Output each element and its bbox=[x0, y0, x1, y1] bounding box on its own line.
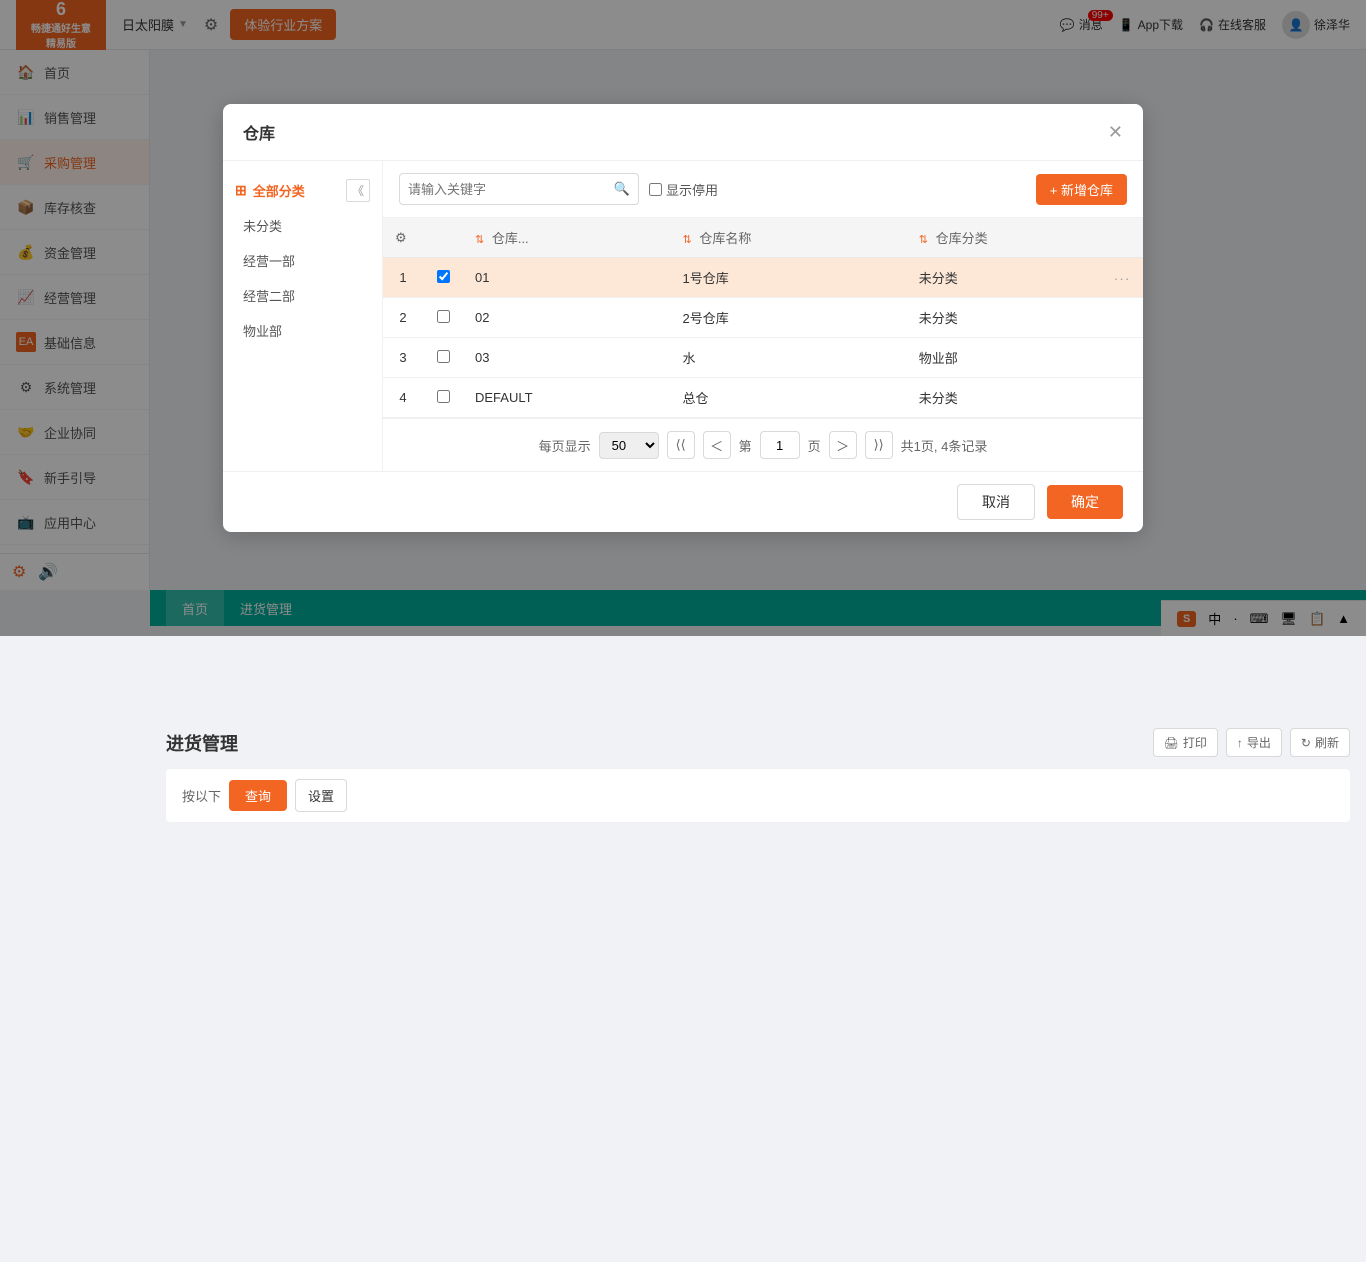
row-checkbox[interactable] bbox=[437, 270, 450, 283]
row-category: 未分类... bbox=[907, 258, 1143, 298]
next-page-button[interactable]: ＞ bbox=[829, 431, 857, 459]
row-checkbox-cell[interactable] bbox=[423, 298, 463, 338]
query-button[interactable]: 查询 bbox=[229, 780, 287, 811]
per-page-select[interactable]: 50 100 200 bbox=[599, 432, 659, 459]
warehouse-table: ⚙ ⇅ 仓库... ⇅ 仓库名称 bbox=[383, 218, 1143, 418]
row-number: 2 bbox=[383, 298, 423, 338]
all-categories-label[interactable]: 全部分类 bbox=[253, 181, 305, 200]
modal-toolbar: 🔍 显示停用 + 新增仓库 bbox=[383, 161, 1143, 218]
row-name: 2号仓库 bbox=[671, 298, 907, 338]
row-category: 物业部 bbox=[907, 338, 1143, 378]
pagination-info: 共1页, 4条记录 bbox=[901, 436, 988, 455]
show-disabled-label[interactable]: 显示停用 bbox=[649, 180, 718, 199]
page-title: 进货管理 bbox=[166, 730, 238, 756]
prev-page-button[interactable]: ＜ bbox=[703, 431, 731, 459]
table-row[interactable]: 2 02 2号仓库 未分类 bbox=[383, 298, 1143, 338]
refresh-label: 刷新 bbox=[1315, 734, 1339, 751]
row-number: 3 bbox=[383, 338, 423, 378]
modal-overlay: 仓库 ✕ ⊞ 全部分类 《 未分类 经营一部 bbox=[0, 0, 1366, 636]
category-label: 经营一部 bbox=[243, 254, 295, 269]
modal-body: ⊞ 全部分类 《 未分类 经营一部 经营二部 物业部 bbox=[223, 161, 1143, 471]
row-checkbox[interactable] bbox=[437, 390, 450, 403]
row-number: 4 bbox=[383, 378, 423, 418]
row-code: DEFAULT bbox=[463, 378, 671, 418]
table-header: ⚙ ⇅ 仓库... ⇅ 仓库名称 bbox=[383, 218, 1143, 258]
first-page-button[interactable]: ⟨⟨ bbox=[667, 431, 695, 459]
row-name: 1号仓库 bbox=[671, 258, 907, 298]
filter-label: 按以下 bbox=[182, 786, 221, 805]
table-row[interactable]: 1 01 1号仓库 未分类... bbox=[383, 258, 1143, 298]
table-row[interactable]: 3 03 水 物业部 bbox=[383, 338, 1143, 378]
row-category: 未分类 bbox=[907, 298, 1143, 338]
modal-footer: 取消 确定 bbox=[223, 471, 1143, 532]
row-category: 未分类 bbox=[907, 378, 1143, 418]
close-icon[interactable]: ✕ bbox=[1108, 122, 1123, 143]
category-label: 物业部 bbox=[243, 324, 282, 339]
sort-icon: ⇅ bbox=[919, 234, 928, 246]
category-item-unclassified[interactable]: 未分类 bbox=[223, 208, 382, 243]
modal-header: 仓库 ✕ bbox=[223, 104, 1143, 161]
row-checkbox-cell[interactable] bbox=[423, 258, 463, 298]
export-icon: ↑ bbox=[1237, 736, 1243, 750]
modal-table-wrap: ⚙ ⇅ 仓库... ⇅ 仓库名称 bbox=[383, 218, 1143, 418]
modal-pagination: 每页显示 50 100 200 ⟨⟨ ＜ 第 页 ＞ ⟩⟩ 共1页, 4条记录 bbox=[383, 418, 1143, 471]
settings-button[interactable]: 设置 bbox=[295, 779, 347, 812]
page-unit: 页 bbox=[808, 436, 821, 455]
category-item-dept2[interactable]: 经营二部 bbox=[223, 278, 382, 313]
row-checkbox-cell[interactable] bbox=[423, 378, 463, 418]
show-disabled-checkbox[interactable] bbox=[649, 183, 662, 196]
search-input[interactable] bbox=[408, 182, 614, 197]
modal-title: 仓库 bbox=[243, 120, 275, 144]
show-disabled-text: 显示停用 bbox=[666, 180, 718, 199]
refresh-icon: ↻ bbox=[1301, 736, 1311, 750]
row-checkbox-cell[interactable] bbox=[423, 338, 463, 378]
warehouse-modal: 仓库 ✕ ⊞ 全部分类 《 未分类 经营一部 bbox=[223, 104, 1143, 532]
category-item-dept1[interactable]: 经营一部 bbox=[223, 243, 382, 278]
modal-main: 🔍 显示停用 + 新增仓库 ⚙ bbox=[383, 161, 1143, 471]
search-icon: 🔍 bbox=[614, 181, 630, 197]
last-page-button[interactable]: ⟩⟩ bbox=[865, 431, 893, 459]
print-icon: 🖨 bbox=[1164, 736, 1179, 750]
grid-icon: ⊞ bbox=[235, 182, 247, 199]
toolbar: 按以下 查询 设置 bbox=[166, 769, 1350, 822]
sort-icon: ⇅ bbox=[475, 234, 484, 246]
row-name: 总仓 bbox=[671, 378, 907, 418]
refresh-button[interactable]: ↻ 刷新 bbox=[1290, 728, 1350, 757]
page-input[interactable] bbox=[760, 431, 800, 459]
category-label: 未分类 bbox=[243, 219, 282, 234]
row-checkbox[interactable] bbox=[437, 310, 450, 323]
row-number: 1 bbox=[383, 258, 423, 298]
category-item-property[interactable]: 物业部 bbox=[223, 313, 382, 348]
row-actions-button[interactable]: ... bbox=[1114, 268, 1131, 283]
search-input-wrap: 🔍 bbox=[399, 173, 639, 205]
th-name: ⇅ 仓库名称 bbox=[671, 218, 907, 258]
table-body: 1 01 1号仓库 未分类... 2 02 2号仓库 未分类 3 03 水 物业… bbox=[383, 258, 1143, 418]
th-check bbox=[423, 218, 463, 258]
th-category: ⇅ 仓库分类 bbox=[907, 218, 1143, 258]
sort-icon: ⇅ bbox=[683, 234, 692, 246]
page-title-bar: 进货管理 🖨 打印 ↑ 导出 ↻ 刷新 bbox=[166, 728, 1350, 757]
cancel-button[interactable]: 取消 bbox=[957, 484, 1035, 520]
row-code: 01 bbox=[463, 258, 671, 298]
add-warehouse-button[interactable]: + 新增仓库 bbox=[1036, 174, 1127, 205]
th-code: ⇅ 仓库... bbox=[463, 218, 671, 258]
confirm-button[interactable]: 确定 bbox=[1047, 485, 1123, 519]
row-code: 03 bbox=[463, 338, 671, 378]
modal-category-sidebar: ⊞ 全部分类 《 未分类 经营一部 经营二部 物业部 bbox=[223, 161, 383, 471]
collapse-button[interactable]: 《 bbox=[346, 179, 370, 202]
category-label: 经营二部 bbox=[243, 289, 295, 304]
row-checkbox[interactable] bbox=[437, 350, 450, 363]
print-button[interactable]: 🖨 打印 bbox=[1153, 728, 1218, 757]
export-label: 导出 bbox=[1247, 734, 1271, 751]
main-content: 进货管理 🖨 打印 ↑ 导出 ↻ 刷新 按以下 查询 设置 bbox=[150, 712, 1366, 1262]
per-page-label: 每页显示 bbox=[539, 436, 591, 455]
all-categories-header: ⊞ 全部分类 《 bbox=[223, 173, 382, 208]
row-name: 水 bbox=[671, 338, 907, 378]
table-row[interactable]: 4 DEFAULT 总仓 未分类 bbox=[383, 378, 1143, 418]
export-button[interactable]: ↑ 导出 bbox=[1226, 728, 1282, 757]
row-code: 02 bbox=[463, 298, 671, 338]
print-label: 打印 bbox=[1183, 734, 1207, 751]
page-label: 第 bbox=[739, 436, 752, 455]
th-gear: ⚙ bbox=[383, 218, 423, 258]
